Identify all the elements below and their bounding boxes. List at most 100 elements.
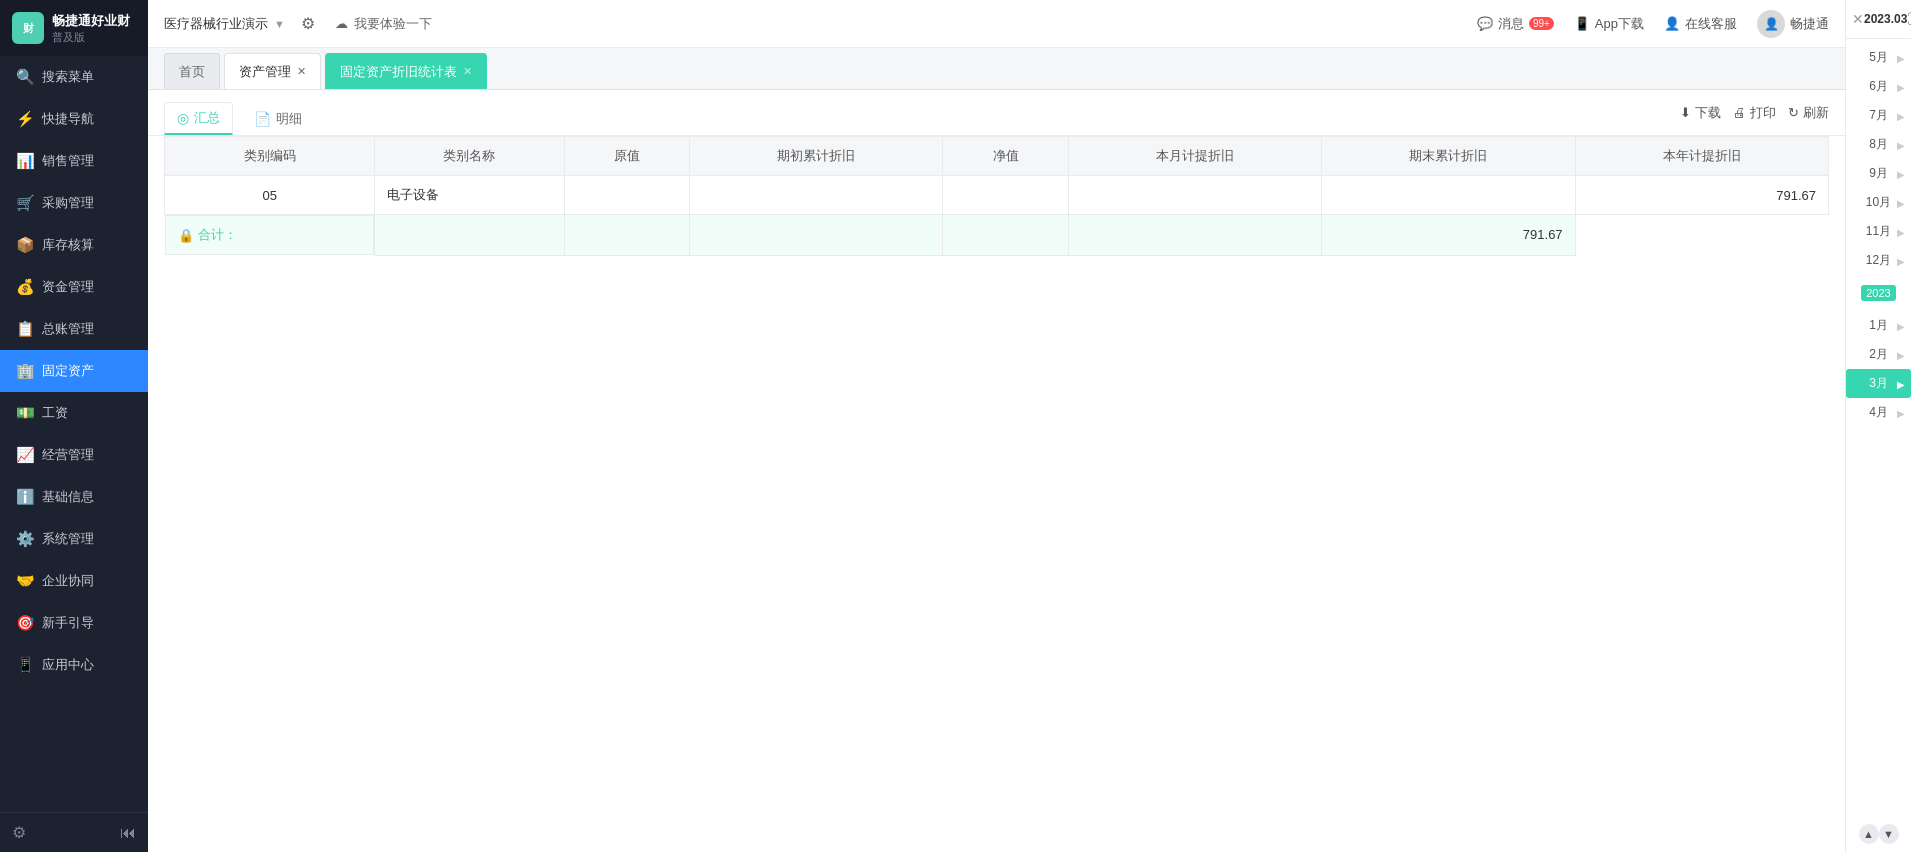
month-7[interactable]: 7月 ▶ [1846, 101, 1911, 130]
date-panel-expand-icon[interactable]: ⛶ [1907, 11, 1911, 27]
tab-asset-mgmt[interactable]: 资产管理 ✕ [224, 53, 321, 89]
purchase-icon: 🛒 [16, 194, 34, 212]
sidebar-item-sales[interactable]: 📊 销售管理 [0, 140, 148, 182]
download-label: 下载 [1695, 104, 1721, 122]
tab-home[interactable]: 首页 [164, 53, 220, 89]
operations-icon: 📈 [16, 446, 34, 464]
nav-arrow-icon: ▶ [1897, 349, 1905, 360]
month-8[interactable]: 8月 ▶ [1846, 130, 1911, 159]
month-3-active[interactable]: 3月 ▶ [1846, 369, 1911, 398]
date-section-2023: 1月 ▶ 2月 ▶ 3月 ▶ 4月 ▶ [1846, 307, 1911, 431]
sidebar-item-label: 快捷导航 [42, 110, 94, 128]
next-nav-icon[interactable]: ▼ [1879, 824, 1899, 844]
sales-icon: 📊 [16, 152, 34, 170]
month-6[interactable]: 6月 ▶ [1846, 72, 1911, 101]
tab-close-green-icon[interactable]: ✕ [463, 65, 472, 78]
online-support-button[interactable]: 👤 在线客服 [1664, 15, 1737, 33]
experience-button[interactable]: ☁ 我要体验一下 [335, 15, 432, 33]
app-download-button[interactable]: 📱 App下载 [1574, 15, 1644, 33]
row-code: 05 [165, 176, 375, 215]
col-original-value: 原值 [564, 137, 689, 176]
month-4[interactable]: 4月 ▶ [1846, 398, 1911, 427]
sidebar-item-label: 新手引导 [42, 614, 94, 632]
tab-close-icon[interactable]: ✕ [297, 65, 306, 78]
sidebar-item-label: 总账管理 [42, 320, 94, 338]
guide-icon: 🎯 [16, 614, 34, 632]
summary-icon: ◎ [177, 110, 189, 126]
month-12[interactable]: 12月 ▶ [1846, 246, 1911, 275]
year-2023-badge: 2023 [1861, 285, 1895, 301]
row-annual-depreciation: 791.67 [1575, 176, 1828, 215]
sidebar-item-search[interactable]: 🔍 搜索菜单 [0, 56, 148, 98]
month-10[interactable]: 10月 ▶ [1846, 188, 1911, 217]
date-nav-arrows: ▲ ▼ [1855, 816, 1903, 852]
tab-detail[interactable]: 📄 明细 [241, 103, 315, 134]
col-monthly-depreciation: 本月计提折旧 [1068, 137, 1321, 176]
sidebar-item-finance[interactable]: 💰 资金管理 [0, 266, 148, 308]
settings-footer-icon[interactable]: ⚙ [12, 823, 26, 842]
month-9[interactable]: 9月 ▶ [1846, 159, 1911, 188]
avatar: 👤 [1757, 10, 1785, 38]
experience-label: 我要体验一下 [354, 15, 432, 33]
sidebar-item-label: 资金管理 [42, 278, 94, 296]
sidebar-item-label: 基础信息 [42, 488, 94, 506]
sidebar-scroll: 🔍 搜索菜单 ⚡ 快捷导航 📊 销售管理 🛒 采购管理 📦 库存核算 💰 资金管… [0, 56, 148, 812]
sidebar-item-label: 采购管理 [42, 194, 94, 212]
sidebar-item-guide[interactable]: 🎯 新手引导 [0, 602, 148, 644]
company-selector[interactable]: 医疗器械行业演示 ▼ [164, 15, 285, 33]
download-toolbar-icon: ⬇ [1680, 105, 1691, 120]
nav-arrow-icon: ▶ [1897, 226, 1905, 237]
sidebar-item-quick-nav[interactable]: ⚡ 快捷导航 [0, 98, 148, 140]
sidebar-item-fixed-assets[interactable]: 🏢 固定资产 [0, 350, 148, 392]
download-button[interactable]: ⬇ 下载 [1680, 104, 1721, 122]
date-section-prev: 5月 ▶ 6月 ▶ 7月 ▶ 8月 ▶ 9月 ▶ 10月 ▶ 11月 ▶ 12月 [1846, 39, 1911, 279]
nav-arrow-icon: ▶ [1897, 197, 1905, 208]
finance-icon: 💰 [16, 278, 34, 296]
subtotal-monthly-depreciation [943, 215, 1068, 256]
month-2[interactable]: 2月 ▶ [1846, 340, 1911, 369]
prev-nav-icon[interactable]: ▲ [1859, 824, 1879, 844]
sidebar-item-operations[interactable]: 📈 经营管理 [0, 434, 148, 476]
user-profile[interactable]: 👤 畅捷通 [1757, 10, 1829, 38]
subtotal-row: 🔒 合计： 791.67 [165, 215, 1829, 256]
table-container: 类别编码 类别名称 原值 期初累计折旧 净值 本月计提折旧 期末累计折旧 本年计… [148, 136, 1845, 852]
toolbar: ⬇ 下载 🖨 打印 ↻ 刷新 [1664, 96, 1845, 130]
date-year-label: 2023.03 [1864, 8, 1907, 30]
month-5[interactable]: 5月 ▶ [1846, 43, 1911, 72]
refresh-icon: ↻ [1788, 105, 1799, 120]
tab-summary[interactable]: ◎ 汇总 [164, 102, 233, 135]
table-body: 05 电子设备 791.67 🔒 合计： [165, 176, 1829, 256]
settings-icon[interactable]: ⚙ [301, 14, 315, 33]
sidebar-footer: ⚙ ⏮ [0, 812, 148, 852]
depreciation-table: 类别编码 类别名称 原值 期初累计折旧 净值 本月计提折旧 期末累计折旧 本年计… [164, 136, 1829, 256]
message-button[interactable]: 💬 消息 99+ [1477, 15, 1554, 33]
refresh-label: 刷新 [1803, 104, 1829, 122]
nav-arrow-icon: ▶ [1897, 407, 1905, 418]
sidebar-item-ledger[interactable]: 📋 总账管理 [0, 308, 148, 350]
page-content: ◎ 汇总 📄 明细 ⬇ 下载 🖨 打印 ↻ [148, 90, 1845, 852]
nav-arrow-icon: ▶ [1897, 139, 1905, 150]
sidebar-item-system[interactable]: ⚙️ 系统管理 [0, 518, 148, 560]
message-label: 消息 [1498, 15, 1524, 33]
month-1[interactable]: 1月 ▶ [1846, 311, 1911, 340]
sidebar-item-payroll[interactable]: 💵 工资 [0, 392, 148, 434]
sidebar-item-app-center[interactable]: 📱 应用中心 [0, 644, 148, 686]
collapse-icon[interactable]: ⏮ [120, 824, 136, 842]
sidebar-item-purchase[interactable]: 🛒 采购管理 [0, 182, 148, 224]
col-code: 类别编码 [165, 137, 375, 176]
month-11[interactable]: 11月 ▶ [1846, 217, 1911, 246]
print-button[interactable]: 🖨 打印 [1733, 104, 1776, 122]
sidebar-item-basic-info[interactable]: ℹ️ 基础信息 [0, 476, 148, 518]
sidebar-header: 财 畅捷通好业财 普及版 [0, 0, 148, 56]
sidebar-item-cooperation[interactable]: 🤝 企业协同 [0, 560, 148, 602]
refresh-button[interactable]: ↻ 刷新 [1788, 104, 1829, 122]
date-panel-close-icon[interactable]: ✕ [1852, 11, 1864, 27]
subtotal-icon: 🔒 [178, 228, 194, 243]
year-badge-row: 2023 [1861, 279, 1895, 307]
quick-nav-icon: ⚡ [16, 110, 34, 128]
sidebar-item-inventory[interactable]: 📦 库存核算 [0, 224, 148, 266]
system-icon: ⚙️ [16, 530, 34, 548]
col-end-depreciation: 期末累计折旧 [1322, 137, 1575, 176]
subtotal-net-value [690, 215, 943, 256]
tab-depreciation-table[interactable]: 固定资产折旧统计表 ✕ [325, 53, 487, 89]
